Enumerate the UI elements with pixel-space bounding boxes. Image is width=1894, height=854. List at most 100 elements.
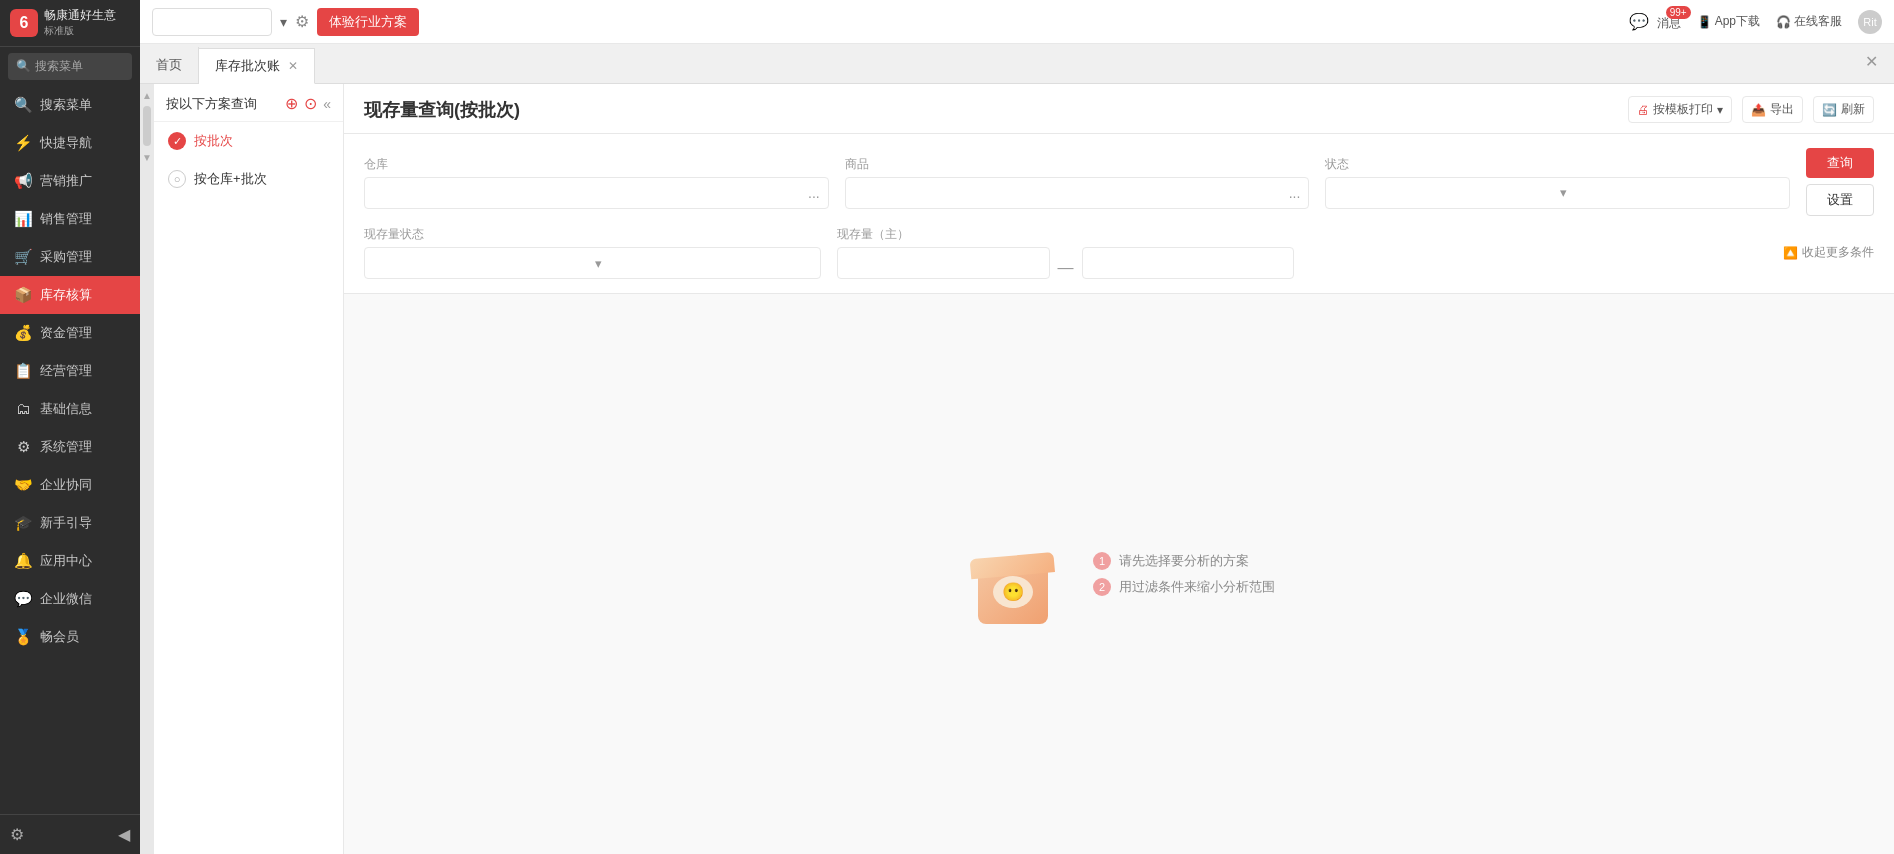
user-menu[interactable]: Rit bbox=[1858, 10, 1882, 34]
export-label: 导出 bbox=[1770, 101, 1794, 118]
stock-status-select[interactable]: ▾ bbox=[364, 247, 821, 279]
sidebar-item-basic[interactable]: 🗂基础信息 bbox=[0, 390, 140, 428]
print-dropdown-icon: ▾ bbox=[1717, 103, 1723, 117]
topbar-gear-icon[interactable]: ⚙ bbox=[295, 12, 309, 31]
scroll-down-btn[interactable]: ▼ bbox=[140, 150, 154, 164]
sidebar-item-appstore[interactable]: 🔔应用中心 bbox=[0, 542, 140, 580]
collapse-sidebar-icon[interactable]: ◀ bbox=[118, 825, 130, 844]
app-name: 畅康通好生意 bbox=[44, 8, 116, 24]
nav-label-shortcut: 快捷导航 bbox=[40, 134, 92, 152]
plan-item-by_wh_batch[interactable]: ○按仓库+批次 bbox=[154, 160, 343, 198]
topbar-dropdown-btn[interactable]: ▾ bbox=[280, 14, 287, 30]
sidebar-item-marketing[interactable]: 📢 营销推广 bbox=[0, 162, 140, 200]
scroll-up-btn[interactable]: ▲ bbox=[140, 88, 154, 102]
online-service-btn[interactable]: 🎧 在线客服 bbox=[1776, 13, 1842, 30]
filter-area: 仓库 ... 商品 ... bbox=[344, 134, 1894, 294]
nav-icon-marketing: 📢 bbox=[14, 172, 32, 190]
nav-icon-wechat: 💬 bbox=[14, 590, 32, 608]
status-select[interactable]: ▾ bbox=[1325, 177, 1790, 209]
settings-footer-icon[interactable]: ⚙ bbox=[10, 825, 24, 844]
product-dots-btn[interactable]: ... bbox=[1289, 185, 1301, 201]
warehouse-dots-btn[interactable]: ... bbox=[808, 185, 820, 201]
page-title: 现存量查询(按批次) bbox=[364, 98, 520, 122]
collapse-up-icon: 🔼 bbox=[1783, 246, 1798, 260]
close-panel-btn[interactable]: ✕ bbox=[1865, 52, 1878, 71]
nav-icon-search: 🔍 bbox=[14, 96, 32, 114]
left-panel-header: 按以下方案查询 ⊕ ⊙ « bbox=[154, 84, 343, 122]
sidebar-search[interactable]: 🔍 搜索菜单 bbox=[8, 53, 132, 80]
sidebar-item-system[interactable]: ⚙系统管理 bbox=[0, 428, 140, 466]
query-button[interactable]: 查询 bbox=[1806, 148, 1874, 178]
app-download-btn[interactable]: 📱 App下载 bbox=[1697, 13, 1760, 30]
sidebar-item-sales[interactable]: 📊销售管理 bbox=[0, 200, 140, 238]
left-panel: 按以下方案查询 ⊕ ⊙ « ✓按批次○按仓库+批次 bbox=[154, 84, 344, 854]
topbar-right: 💬 99+ 消息 📱 App下载 🎧 在线客服 Rit bbox=[1629, 10, 1882, 34]
hint-num-2: 2 bbox=[1093, 578, 1111, 596]
settings-button[interactable]: 设置 bbox=[1806, 184, 1874, 216]
box-face: 😶 bbox=[993, 576, 1033, 608]
main-area: ▾ ⚙ 体验行业方案 💬 99+ 消息 📱 App下载 🎧 在线客服 Rit bbox=[140, 0, 1894, 854]
warehouse-input[interactable] bbox=[373, 185, 804, 200]
nav-label-search: 搜索菜单 bbox=[40, 96, 92, 114]
product-label: 商品 bbox=[845, 156, 1310, 173]
nav-label-member: 畅会员 bbox=[40, 628, 79, 646]
filter-action-btns: 查询 设置 bbox=[1806, 148, 1874, 216]
sidebar-item-purchase[interactable]: 🛒采购管理 bbox=[0, 238, 140, 276]
status-filter-group: 状态 ▾ bbox=[1325, 156, 1790, 209]
empty-state: 😶 1 请先选择要分析的方案 2 用过滤条件来缩小分析范围 bbox=[344, 294, 1894, 854]
settings-plan-icon[interactable]: ⊙ bbox=[304, 94, 317, 113]
nav-label-wechat: 企业微信 bbox=[40, 590, 92, 608]
refresh-btn[interactable]: 🔄 刷新 bbox=[1813, 96, 1874, 123]
sidebar-item-newbie[interactable]: 🎓新手引导 bbox=[0, 504, 140, 542]
stock-status-label: 现存量状态 bbox=[364, 226, 821, 243]
product-input[interactable] bbox=[854, 185, 1285, 200]
sidebar-logo: 6 bbox=[10, 9, 38, 37]
plan-label-by_batch: 按批次 bbox=[194, 132, 233, 150]
print-icon: 🖨 bbox=[1637, 103, 1649, 117]
sidebar-item-wechat[interactable]: 💬 企业微信 bbox=[0, 580, 140, 618]
nav-label-basic: 基础信息 bbox=[40, 400, 92, 418]
search-icon: 🔍 bbox=[16, 59, 31, 73]
tab-close-inventory[interactable]: ✕ bbox=[288, 59, 298, 73]
sidebar-item-inventory[interactable]: 📦库存核算 bbox=[0, 276, 140, 314]
tabbar: 首页库存批次账 ✕ ✕ bbox=[140, 44, 1894, 84]
print-btn[interactable]: 🖨 按模板打印 ▾ bbox=[1628, 96, 1732, 123]
phone-icon: 📱 bbox=[1697, 15, 1712, 29]
tab-inventory[interactable]: 库存批次账 ✕ bbox=[199, 48, 315, 84]
nav-icon-sales: 📊 bbox=[14, 210, 32, 228]
sidebar-item-search[interactable]: 🔍 搜索菜单 bbox=[0, 86, 140, 124]
refresh-icon: 🔄 bbox=[1822, 103, 1837, 117]
stock-qty-filter-group: 现存量（主） — bbox=[837, 226, 1294, 279]
plan-item-by_batch[interactable]: ✓按批次 bbox=[154, 122, 343, 160]
status-chevron-icon: ▾ bbox=[1560, 185, 1781, 200]
tab-home[interactable]: 首页 bbox=[140, 47, 199, 83]
stock-qty-label: 现存量（主） bbox=[837, 226, 1294, 243]
status-label: 状态 bbox=[1325, 156, 1790, 173]
sidebar-item-operation[interactable]: 📋经营管理 bbox=[0, 352, 140, 390]
stock-qty-min-wrap bbox=[837, 247, 1050, 279]
collapse-label: 收起更多条件 bbox=[1802, 244, 1874, 261]
nav-label-purchase: 采购管理 bbox=[40, 248, 92, 266]
topbar-left: ▾ ⚙ 体验行业方案 bbox=[152, 8, 1619, 36]
message-btn[interactable]: 💬 99+ 消息 bbox=[1629, 12, 1681, 32]
nav-label-marketing: 营销推广 bbox=[40, 172, 92, 190]
nav-icon-member: 🏅 bbox=[14, 628, 32, 646]
sidebar-item-member[interactable]: 🏅 畅会员 bbox=[0, 618, 140, 656]
stock-qty-min-input[interactable] bbox=[846, 256, 1041, 271]
sidebar-item-finance[interactable]: 💰资金管理 bbox=[0, 314, 140, 352]
collapse-panel-icon[interactable]: « bbox=[323, 96, 331, 112]
tab-label-inventory: 库存批次账 bbox=[215, 57, 280, 75]
export-icon: 📤 bbox=[1751, 103, 1766, 117]
export-btn[interactable]: 📤 导出 bbox=[1742, 96, 1803, 123]
trial-button[interactable]: 体验行业方案 bbox=[317, 8, 419, 36]
topbar: ▾ ⚙ 体验行业方案 💬 99+ 消息 📱 App下载 🎧 在线客服 Rit bbox=[140, 0, 1894, 44]
sidebar-item-collab[interactable]: 🤝企业协同 bbox=[0, 466, 140, 504]
stock-qty-max-input[interactable] bbox=[1091, 256, 1286, 271]
content-area: ▲ ▼ 按以下方案查询 ⊕ ⊙ « ✓按批次○按仓库+批次 现存量查询(按批次) bbox=[140, 84, 1894, 854]
sidebar-item-shortcut[interactable]: ⚡快捷导航 bbox=[0, 124, 140, 162]
add-plan-icon[interactable]: ⊕ bbox=[285, 94, 298, 113]
topbar-search-input[interactable] bbox=[152, 8, 272, 36]
collapse-filters-btn[interactable]: 🔼 收起更多条件 bbox=[1783, 244, 1874, 261]
nav-label-inventory: 库存核算 bbox=[40, 286, 92, 304]
left-panel-title: 按以下方案查询 bbox=[166, 95, 257, 113]
